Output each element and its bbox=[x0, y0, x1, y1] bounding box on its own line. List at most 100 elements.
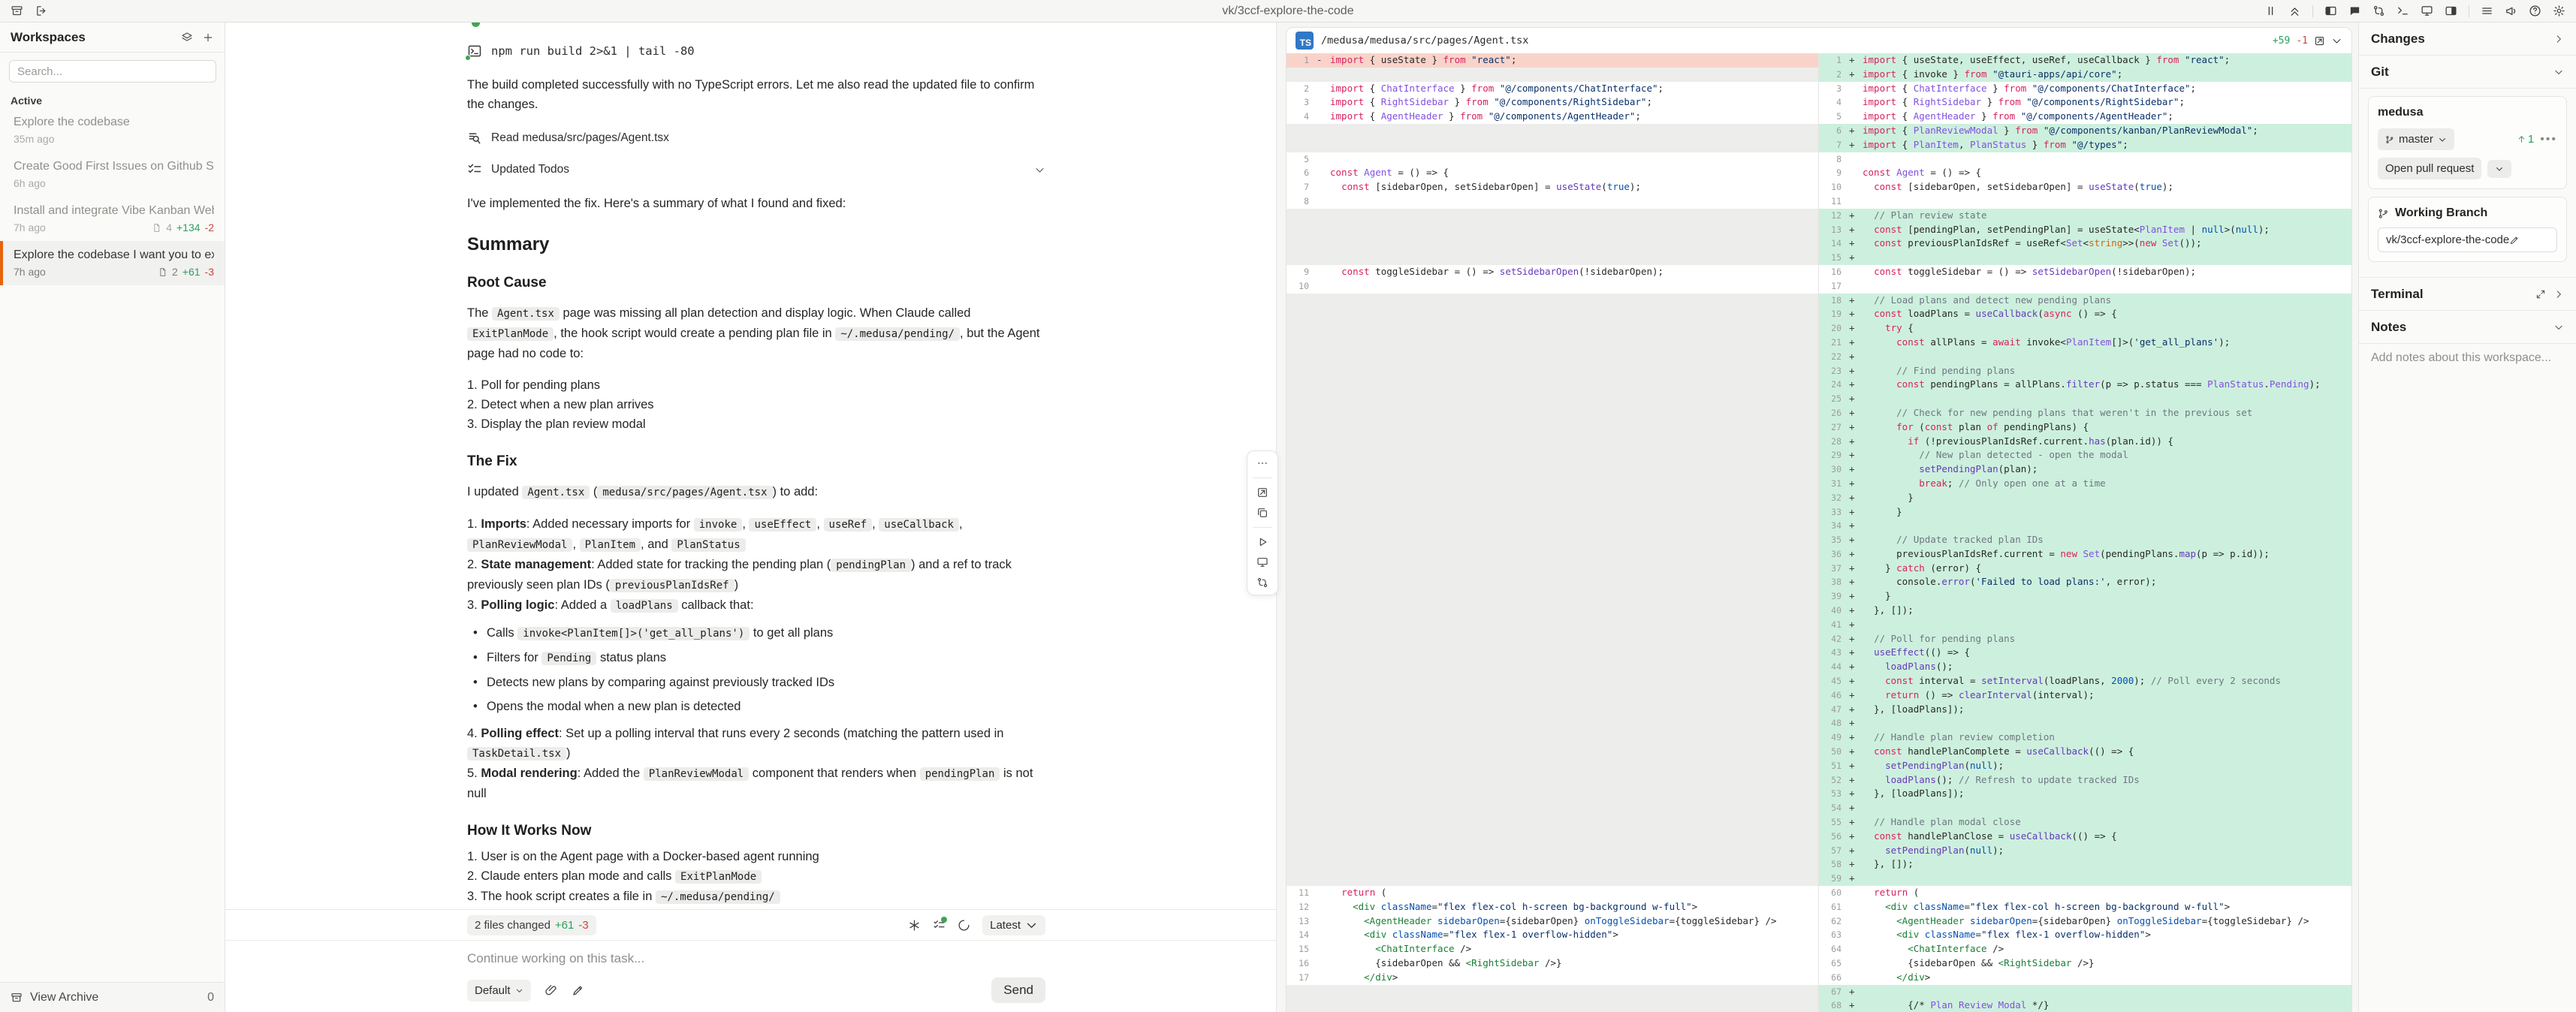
diff-file-header[interactable]: TS /medusa/medusa/src/pages/Agent.tsx +5… bbox=[1286, 28, 2351, 53]
plus-icon[interactable] bbox=[202, 32, 214, 44]
chevrons-up-icon[interactable] bbox=[2288, 5, 2301, 17]
latest-selector[interactable]: Latest bbox=[982, 915, 1045, 935]
diff-line bbox=[1286, 336, 1818, 350]
diff-line: 41+ bbox=[1819, 618, 2351, 632]
git-section-header[interactable]: Git bbox=[2359, 56, 2576, 89]
diff-line bbox=[1286, 321, 1818, 336]
tool-call-label: Read medusa/src/pages/Agent.tsx bbox=[491, 131, 669, 145]
diff-line: 39+ } bbox=[1819, 589, 2351, 604]
pen-icon[interactable] bbox=[572, 983, 585, 997]
open-pull-request-button[interactable]: Open pull request bbox=[2378, 158, 2481, 179]
dots-icon[interactable] bbox=[1256, 457, 1268, 469]
chevron-down-icon bbox=[2553, 67, 2564, 77]
diff-line bbox=[1286, 632, 1818, 646]
play-icon[interactable] bbox=[1256, 536, 1268, 548]
diff-line bbox=[1286, 209, 1818, 223]
tool-call-row[interactable]: Read medusa/src/pages/Agent.tsx bbox=[467, 131, 1045, 146]
files-changed-chip[interactable]: 2 files changed +61 -3 bbox=[467, 915, 596, 935]
diff-line bbox=[1286, 378, 1818, 392]
todos-icon bbox=[467, 162, 482, 177]
chevron-down-icon bbox=[1034, 164, 1045, 176]
diff-line: 66 </div> bbox=[1819, 971, 2351, 985]
diff-line bbox=[1286, 406, 1818, 420]
diff-line bbox=[1286, 730, 1818, 745]
inline-code: ExitPlanMode bbox=[467, 327, 554, 341]
workspace-title: Create Good First Issues on Github So p bbox=[14, 160, 214, 173]
chat-bubble-icon[interactable] bbox=[2348, 5, 2361, 17]
workspace-title: Explore the codebase bbox=[14, 116, 214, 129]
diff-body[interactable]: 1-import { useState } from "react";2impo… bbox=[1286, 53, 2351, 1012]
diff-line bbox=[1286, 773, 1818, 788]
git-compare-icon[interactable] bbox=[2372, 5, 2385, 17]
diff-line bbox=[1286, 787, 1818, 801]
list-item: Detects new plans by comparing against p… bbox=[467, 673, 1045, 692]
panel-right-icon[interactable] bbox=[2445, 5, 2457, 17]
chat-transcript[interactable]: npm run build 2>&1 | tail -80The build c… bbox=[225, 23, 1276, 917]
diff-line: 12 <div className="flex flex-col h-scree… bbox=[1286, 900, 1818, 914]
workspace-item[interactable]: Explore the codebase35m ago bbox=[0, 108, 225, 152]
diff-line: 23+ // Find pending plans bbox=[1819, 364, 2351, 378]
workspace-search-input[interactable] bbox=[9, 60, 216, 83]
terminal-prompt-icon[interactable] bbox=[2397, 5, 2409, 17]
diff-line bbox=[1286, 646, 1818, 660]
branch-selector[interactable]: master bbox=[2378, 128, 2454, 150]
help-icon[interactable] bbox=[2529, 5, 2541, 17]
diff-line: 13+ const [pendingPlan, setPendingPlan] … bbox=[1819, 223, 2351, 237]
diff-line bbox=[1286, 350, 1818, 364]
workspace-item[interactable]: Create Good First Issues on Github So p6… bbox=[0, 152, 225, 197]
git-compare-icon[interactable] bbox=[1256, 577, 1268, 589]
diff-view-toggle-icon[interactable] bbox=[2314, 35, 2325, 47]
diff-line: 28+ if (!previousPlanIdsRef.current.has(… bbox=[1819, 435, 2351, 449]
diff-line: 10 bbox=[1286, 279, 1818, 294]
todos-dot-icon[interactable] bbox=[933, 919, 946, 932]
workspace-item[interactable]: Install and integrate Vibe Kanban Web G7… bbox=[0, 197, 225, 241]
tool-call-row[interactable]: npm run build 2>&1 | tail -80 bbox=[467, 44, 1045, 59]
diff-line: 16 {sidebarOpen && <RightSidebar />} bbox=[1286, 956, 1818, 971]
diff-line: 43+ useEffect(() => { bbox=[1819, 646, 2351, 660]
tray-icon[interactable] bbox=[11, 5, 23, 17]
send-button[interactable]: Send bbox=[991, 977, 1045, 1003]
diff-line: 68+ {/* Plan Review Modal */} bbox=[1819, 998, 2351, 1012]
pause-icon[interactable] bbox=[2264, 5, 2277, 17]
diff-line bbox=[1286, 435, 1818, 449]
working-branch-input[interactable]: vk/3ccf-explore-the-code bbox=[2378, 227, 2557, 252]
copy-icon[interactable] bbox=[1256, 507, 1268, 519]
changes-section-header[interactable]: Changes bbox=[2359, 23, 2576, 56]
view-archive-button[interactable]: View Archive 0 bbox=[0, 982, 225, 1012]
asterisk-icon[interactable] bbox=[908, 919, 921, 932]
diff-panel: TS /medusa/medusa/src/pages/Agent.tsx +5… bbox=[1277, 23, 2358, 1012]
model-selector[interactable]: Default bbox=[467, 980, 531, 1001]
inline-code: pendingPlan bbox=[920, 767, 1000, 781]
message-input[interactable] bbox=[467, 941, 1045, 971]
inline-code: useRef bbox=[824, 518, 873, 532]
gear-icon[interactable] bbox=[2553, 5, 2565, 17]
spinner-icon[interactable] bbox=[958, 919, 970, 932]
notes-placeholder[interactable]: Add notes about this workspace... bbox=[2359, 344, 2576, 372]
monitor-icon[interactable] bbox=[2421, 5, 2433, 17]
arrow-up-icon bbox=[2517, 134, 2526, 144]
diff-line bbox=[1286, 138, 1818, 152]
signout-icon[interactable] bbox=[35, 5, 48, 17]
diff-line: 4import { RightSidebar } from "@/compone… bbox=[1819, 95, 2351, 110]
floating-toolbar[interactable] bbox=[1247, 450, 1278, 595]
terminal-section-header[interactable]: Terminal bbox=[2359, 278, 2576, 311]
diff-line bbox=[1286, 857, 1818, 872]
megaphone-icon[interactable] bbox=[2505, 5, 2517, 17]
workspace-item[interactable]: Explore the codebase I want you to expl7… bbox=[0, 241, 225, 285]
paperclip-icon[interactable] bbox=[544, 983, 558, 997]
panel-left-icon[interactable] bbox=[2324, 5, 2337, 17]
diff-line: 18+ // Load plans and detect new pending… bbox=[1819, 294, 2351, 308]
chevron-down-icon[interactable] bbox=[2331, 35, 2342, 47]
layers-icon[interactable] bbox=[181, 32, 193, 44]
numbered-list: 1. Poll for pending plans2. Detect when … bbox=[467, 375, 1045, 434]
diff-line bbox=[1286, 703, 1818, 717]
diff-line: 32+ } bbox=[1819, 491, 2351, 505]
slashbox-icon[interactable] bbox=[1256, 486, 1268, 498]
pr-options-button[interactable] bbox=[2487, 160, 2511, 178]
list-item: 5. Modal rendering: Added the PlanReview… bbox=[467, 764, 1045, 803]
tool-call-row[interactable]: Updated Todos bbox=[467, 162, 1045, 177]
repo-more-button[interactable]: ••• bbox=[2540, 133, 2557, 146]
monitor-icon[interactable] bbox=[1256, 556, 1268, 568]
menu-icon[interactable] bbox=[2481, 5, 2493, 17]
notes-section-header[interactable]: Notes bbox=[2359, 311, 2576, 344]
